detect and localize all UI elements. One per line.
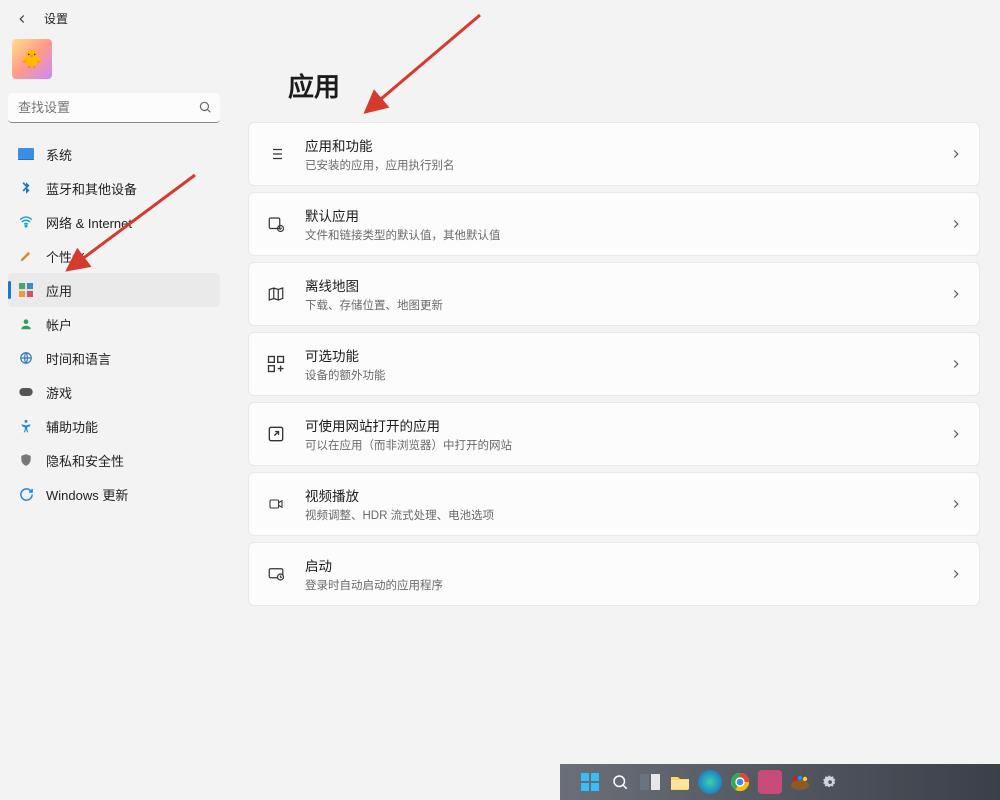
- grid-plus-icon: [265, 353, 287, 375]
- back-button[interactable]: [14, 11, 30, 27]
- sidebar-item-label: 蓝牙和其他设备: [46, 179, 137, 198]
- bluetooth-icon: [18, 180, 34, 196]
- sidebar: 🐥 系统 蓝牙和其他设备: [0, 33, 228, 800]
- search-input[interactable]: [8, 93, 220, 123]
- sidebar-item-label: 个性化: [46, 247, 85, 266]
- taskbar-edge-button[interactable]: [698, 770, 722, 794]
- sidebar-item-personalization[interactable]: 个性化: [8, 239, 220, 273]
- nav-list: 系统 蓝牙和其他设备 网络 & Internet: [8, 137, 220, 511]
- taskbar-app-button-1[interactable]: [758, 770, 782, 794]
- sidebar-item-label: 系统: [46, 145, 72, 164]
- card-subtitle: 可以在应用（而非浏览器）中打开的网站: [305, 437, 949, 453]
- sidebar-item-label: 应用: [46, 281, 72, 300]
- card-video-playback[interactable]: 视频播放 视频调整、HDR 流式处理、电池选项: [248, 472, 980, 536]
- card-title: 可使用网站打开的应用: [305, 415, 949, 435]
- card-title: 可选功能: [305, 345, 949, 365]
- accessibility-icon: [18, 418, 34, 434]
- sidebar-item-label: 网络 & Internet: [46, 213, 132, 232]
- account-icon: [18, 316, 34, 332]
- user-avatar[interactable]: 🐥: [12, 39, 52, 79]
- card-subtitle: 下载、存储位置、地图更新: [305, 297, 949, 313]
- default-apps-icon: [265, 213, 287, 235]
- main-content: 应用 应用和功能 已安装的应用，应用执行别名 默认应用: [228, 33, 1000, 800]
- taskbar-start-button[interactable]: [578, 770, 602, 794]
- taskbar-chrome-button[interactable]: [728, 770, 752, 794]
- video-icon: [265, 493, 287, 515]
- card-subtitle: 设备的额外功能: [305, 367, 949, 383]
- sidebar-item-apps[interactable]: 应用: [8, 273, 220, 307]
- taskbar: [0, 764, 1000, 800]
- update-icon: [18, 486, 34, 502]
- card-title: 离线地图: [305, 275, 949, 295]
- startup-icon: [265, 563, 287, 585]
- card-subtitle: 文件和链接类型的默认值，其他默认值: [305, 227, 949, 243]
- chevron-right-icon: [949, 427, 963, 441]
- globe-icon: [18, 350, 34, 366]
- sidebar-item-label: 游戏: [46, 383, 72, 402]
- chevron-right-icon: [949, 567, 963, 581]
- taskbar-settings-button[interactable]: [818, 770, 842, 794]
- wifi-icon: [18, 214, 34, 230]
- sidebar-item-time-language[interactable]: 时间和语言: [8, 341, 220, 375]
- sidebar-item-privacy[interactable]: 隐私和安全性: [8, 443, 220, 477]
- sidebar-item-accessibility[interactable]: 辅助功能: [8, 409, 220, 443]
- card-title: 默认应用: [305, 205, 949, 225]
- gaming-icon: [18, 384, 34, 400]
- taskbar-taskview-button[interactable]: [638, 770, 662, 794]
- taskbar-explorer-button[interactable]: [668, 770, 692, 794]
- sidebar-item-bluetooth[interactable]: 蓝牙和其他设备: [8, 171, 220, 205]
- map-icon: [265, 283, 287, 305]
- card-apps-for-websites[interactable]: 可使用网站打开的应用 可以在应用（而非浏览器）中打开的网站: [248, 402, 980, 466]
- sidebar-item-system[interactable]: 系统: [8, 137, 220, 171]
- brush-icon: [18, 248, 34, 264]
- sidebar-item-network[interactable]: 网络 & Internet: [8, 205, 220, 239]
- card-subtitle: 已安装的应用，应用执行别名: [305, 157, 949, 173]
- window-title: 设置: [44, 10, 68, 27]
- card-startup[interactable]: 启动 登录时自动启动的应用程序: [248, 542, 980, 606]
- sidebar-item-label: 隐私和安全性: [46, 451, 124, 470]
- card-default-apps[interactable]: 默认应用 文件和链接类型的默认值，其他默认值: [248, 192, 980, 256]
- search-box[interactable]: [8, 93, 220, 123]
- arrow-left-icon: [15, 12, 29, 26]
- sidebar-item-accounts[interactable]: 帐户: [8, 307, 220, 341]
- page-title: 应用: [288, 67, 980, 104]
- sidebar-item-label: 辅助功能: [46, 417, 98, 436]
- taskbar-app-button-2[interactable]: [788, 770, 812, 794]
- card-title: 应用和功能: [305, 135, 949, 155]
- list-icon: [265, 143, 287, 165]
- card-offline-maps[interactable]: 离线地图 下载、存储位置、地图更新: [248, 262, 980, 326]
- sidebar-item-label: Windows 更新: [46, 485, 128, 504]
- sidebar-item-windows-update[interactable]: Windows 更新: [8, 477, 220, 511]
- chevron-right-icon: [949, 287, 963, 301]
- shield-icon: [18, 452, 34, 468]
- sidebar-item-label: 时间和语言: [46, 349, 111, 368]
- sidebar-item-gaming[interactable]: 游戏: [8, 375, 220, 409]
- open-external-icon: [265, 423, 287, 445]
- sidebar-item-label: 帐户: [46, 315, 72, 334]
- card-apps-features[interactable]: 应用和功能 已安装的应用，应用执行别名: [248, 122, 980, 186]
- apps-icon: [18, 282, 34, 298]
- chevron-right-icon: [949, 497, 963, 511]
- chevron-right-icon: [949, 147, 963, 161]
- card-title: 启动: [305, 555, 949, 575]
- card-title: 视频播放: [305, 485, 949, 505]
- search-icon: [198, 100, 212, 114]
- taskbar-search-button[interactable]: [608, 770, 632, 794]
- card-subtitle: 登录时自动启动的应用程序: [305, 577, 949, 593]
- card-subtitle: 视频调整、HDR 流式处理、电池选项: [305, 507, 949, 523]
- system-icon: [18, 146, 34, 162]
- card-optional-features[interactable]: 可选功能 设备的额外功能: [248, 332, 980, 396]
- chevron-right-icon: [949, 357, 963, 371]
- chevron-right-icon: [949, 217, 963, 231]
